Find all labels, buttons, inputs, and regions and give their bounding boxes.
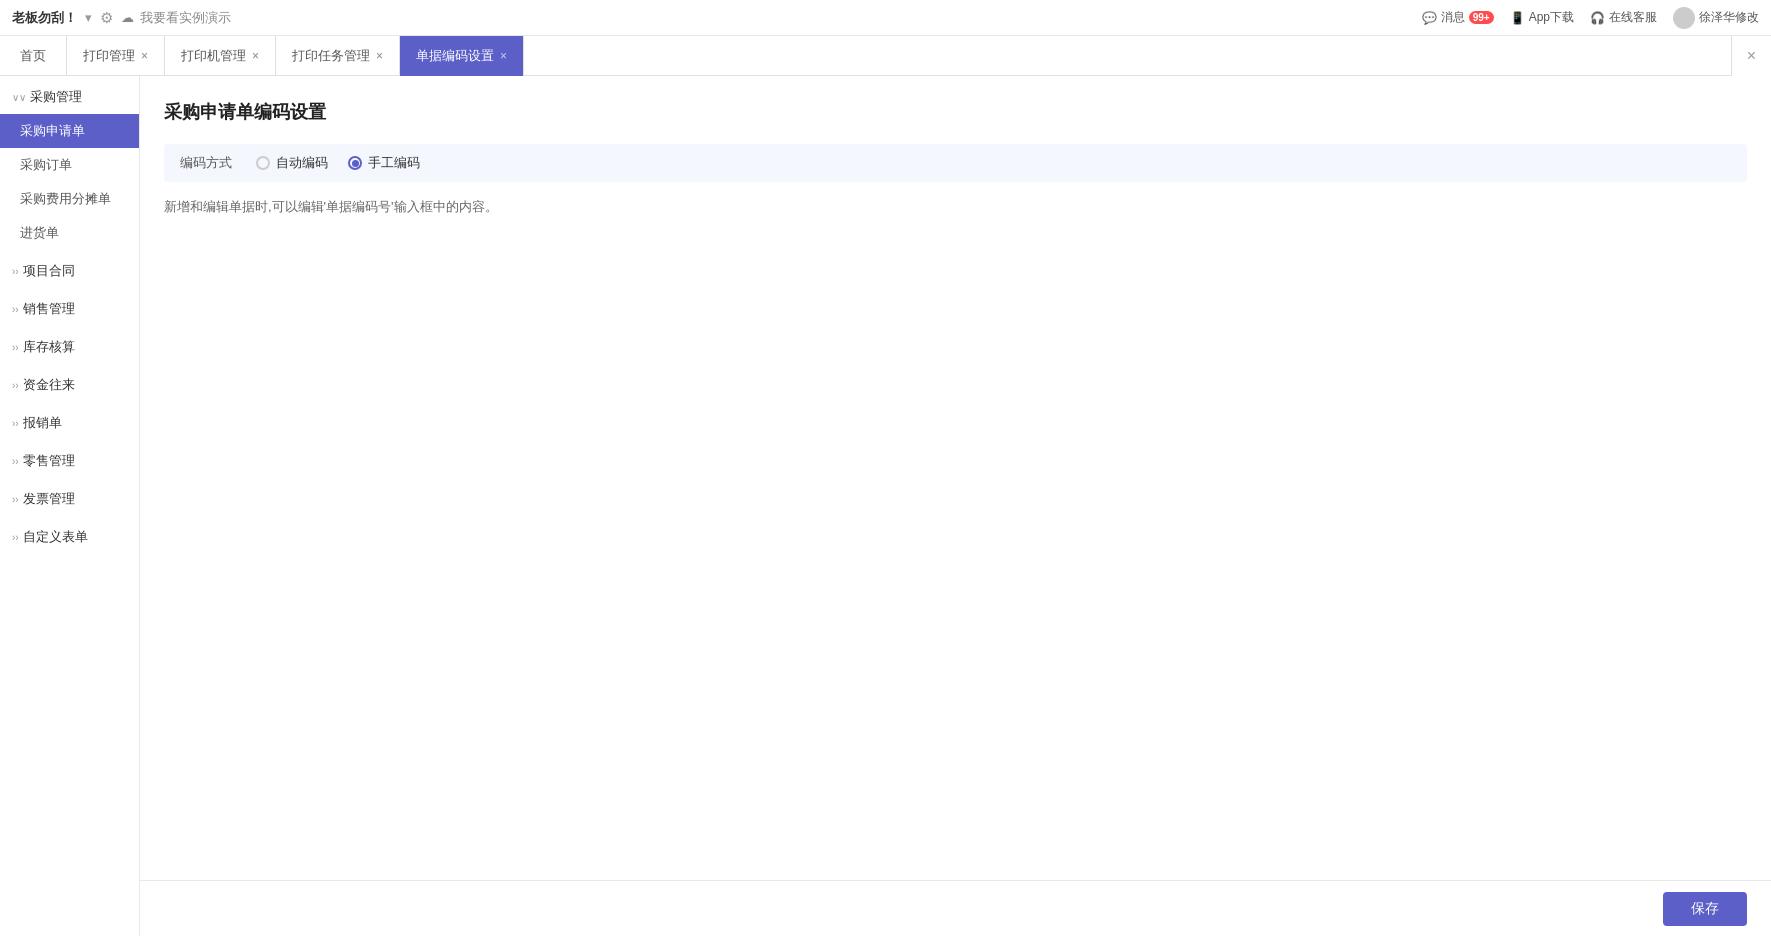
sidebar-group-sales-mgmt: › 销售管理 xyxy=(0,292,139,326)
purchase-mgmt-arrow: ∨ xyxy=(12,92,26,103)
search-area[interactable]: ☁ 我要看实例演示 xyxy=(121,9,231,27)
sidebar-item-receipt[interactable]: 进货单 xyxy=(0,216,139,250)
sidebar: ∨ 采购管理 采购申请单 采购订单 采购费用分摊单 进货单 › 项目合同 xyxy=(0,76,140,936)
settings-icon[interactable]: ⚙ xyxy=(100,9,113,27)
content-area: 采购申请单编码设置 编码方式 自动编码 手工编码 xyxy=(140,76,1771,936)
tab-home[interactable]: 首页 xyxy=(0,36,67,76)
sidebar-group-purchase-mgmt: ∨ 采购管理 采购申请单 采购订单 采购费用分摊单 进货单 xyxy=(0,80,139,250)
radio-auto-code-label: 自动编码 xyxy=(276,154,328,172)
inventory-settle-arrow: › xyxy=(12,342,19,353)
sales-mgmt-arrow: › xyxy=(12,304,19,315)
tab-print-mgmt[interactable]: 打印管理 × xyxy=(67,36,165,76)
radio-auto-code-circle xyxy=(256,156,270,170)
dropdown-icon[interactable]: ▾ xyxy=(85,10,92,25)
sidebar-group-invoice-mgmt: › 发票管理 xyxy=(0,482,139,516)
sidebar-group-title-custom-form[interactable]: › 自定义表单 xyxy=(0,520,139,554)
sidebar-item-purchase-request[interactable]: 采购申请单 xyxy=(0,114,139,148)
sidebar-item-purchase-order[interactable]: 采购订单 xyxy=(0,148,139,182)
top-bar-right: 💬 消息 99+ 📱 App下载 🎧 在线客服 徐泽华修改 xyxy=(1422,7,1759,29)
hint-text: 新增和编辑单据时,可以编辑'单据编码号'输入框中的内容。 xyxy=(164,198,1747,216)
message-button[interactable]: 💬 消息 99+ xyxy=(1422,9,1494,26)
phone-icon: 📱 xyxy=(1510,11,1525,25)
app-download-button[interactable]: 📱 App下载 xyxy=(1510,9,1574,26)
tab-print-mgmt-close[interactable]: × xyxy=(141,49,148,63)
tab-printer-mgmt-close[interactable]: × xyxy=(252,49,259,63)
invoice-mgmt-arrow: › xyxy=(12,494,19,505)
sales-return-label: 报销单 xyxy=(23,414,62,432)
save-button[interactable]: 保存 xyxy=(1663,892,1747,926)
sidebar-group-title-invoice-mgmt[interactable]: › 发票管理 xyxy=(0,482,139,516)
radio-auto-code[interactable]: 自动编码 xyxy=(256,154,328,172)
code-setting-row: 编码方式 自动编码 手工编码 xyxy=(164,144,1747,182)
logo-text: 老板勿刮！ xyxy=(12,9,77,27)
radio-group: 自动编码 手工编码 xyxy=(256,154,420,172)
content-main: 采购申请单编码设置 编码方式 自动编码 手工编码 xyxy=(140,76,1771,880)
message-icon: 💬 xyxy=(1422,11,1437,25)
sidebar-group-title-sales-return[interactable]: › 报销单 xyxy=(0,406,139,440)
tab-bar: 首页 打印管理 × 打印机管理 × 打印任务管理 × 单据编码设置 × × xyxy=(0,36,1771,76)
page-title: 采购申请单编码设置 xyxy=(164,100,1747,124)
main-layout: ∨ 采购管理 采购申请单 采购订单 采购费用分摊单 进货单 › 项目合同 xyxy=(0,76,1771,936)
top-bar-left: 老板勿刮！ ▾ ⚙ ☁ 我要看实例演示 xyxy=(12,9,231,27)
tab-printer-mgmt[interactable]: 打印机管理 × xyxy=(165,36,276,76)
radio-manual-code-label: 手工编码 xyxy=(368,154,420,172)
sidebar-group-custom-form: › 自定义表单 xyxy=(0,520,139,554)
sidebar-item-purchase-expense-split[interactable]: 采购费用分摊单 xyxy=(0,182,139,216)
online-service-button[interactable]: 🎧 在线客服 xyxy=(1590,9,1657,26)
sales-mgmt-label: 销售管理 xyxy=(23,300,75,318)
tab-single-code-setting-close[interactable]: × xyxy=(500,49,507,63)
app-download-label: App下载 xyxy=(1529,9,1574,26)
sidebar-group-title-project-contract[interactable]: › 项目合同 xyxy=(0,254,139,288)
tab-single-code-setting[interactable]: 单据编码设置 × xyxy=(400,36,524,76)
project-contract-arrow: › xyxy=(12,266,19,277)
sidebar-group-title-fund-flow[interactable]: › 资金往来 xyxy=(0,368,139,402)
fund-flow-arrow: › xyxy=(12,380,19,391)
message-badge: 99+ xyxy=(1469,11,1494,24)
sidebar-group-title-inventory-settle[interactable]: › 库存核算 xyxy=(0,330,139,364)
radio-manual-code-circle xyxy=(348,156,362,170)
fund-flow-label: 资金往来 xyxy=(23,376,75,394)
project-contract-label: 项目合同 xyxy=(23,262,75,280)
service-icon: 🎧 xyxy=(1590,11,1605,25)
purchase-order-label: 采购订单 xyxy=(20,157,72,172)
sidebar-group-title-retail-mgmt[interactable]: › 零售管理 xyxy=(0,444,139,478)
user-name: 徐泽华修改 xyxy=(1699,9,1759,26)
purchase-request-label: 采购申请单 xyxy=(20,123,85,138)
tab-home-label: 首页 xyxy=(20,47,46,65)
tab-print-task-mgmt-close[interactable]: × xyxy=(376,49,383,63)
cloud-icon: ☁ xyxy=(121,10,134,25)
sidebar-group-fund-flow: › 资金往来 xyxy=(0,368,139,402)
custom-form-arrow: › xyxy=(12,532,19,543)
sidebar-group-title-sales-mgmt[interactable]: › 销售管理 xyxy=(0,292,139,326)
sidebar-group-project-contract: › 项目合同 xyxy=(0,254,139,288)
online-service-label: 在线客服 xyxy=(1609,9,1657,26)
tab-print-task-mgmt[interactable]: 打印任务管理 × xyxy=(276,36,400,76)
avatar xyxy=(1673,7,1695,29)
purchase-expense-split-label: 采购费用分摊单 xyxy=(20,191,111,206)
tab-print-mgmt-label: 打印管理 xyxy=(83,47,135,65)
user-info[interactable]: 徐泽华修改 xyxy=(1673,7,1759,29)
sidebar-group-retail-mgmt: › 零售管理 xyxy=(0,444,139,478)
invoice-mgmt-label: 发票管理 xyxy=(23,490,75,508)
bottom-bar: 保存 xyxy=(140,880,1771,936)
radio-manual-code[interactable]: 手工编码 xyxy=(348,154,420,172)
sales-return-arrow: › xyxy=(12,418,19,429)
search-text[interactable]: 我要看实例演示 xyxy=(140,9,231,27)
code-setting-label: 编码方式 xyxy=(180,154,232,172)
tab-bar-close-button[interactable]: × xyxy=(1731,36,1771,76)
receipt-label: 进货单 xyxy=(20,225,59,240)
top-bar: 老板勿刮！ ▾ ⚙ ☁ 我要看实例演示 💬 消息 99+ 📱 App下载 🎧 在… xyxy=(0,0,1771,36)
sidebar-group-inventory-settle: › 库存核算 xyxy=(0,330,139,364)
sidebar-group-title-purchase-mgmt[interactable]: ∨ 采购管理 xyxy=(0,80,139,114)
custom-form-label: 自定义表单 xyxy=(23,528,88,546)
tab-print-task-mgmt-label: 打印任务管理 xyxy=(292,47,370,65)
retail-mgmt-label: 零售管理 xyxy=(23,452,75,470)
inventory-settle-label: 库存核算 xyxy=(23,338,75,356)
sidebar-group-sales-return: › 报销单 xyxy=(0,406,139,440)
tab-printer-mgmt-label: 打印机管理 xyxy=(181,47,246,65)
tab-single-code-setting-label: 单据编码设置 xyxy=(416,47,494,65)
retail-mgmt-arrow: › xyxy=(12,456,19,467)
purchase-mgmt-label: 采购管理 xyxy=(30,88,82,106)
message-label: 消息 xyxy=(1441,9,1465,26)
